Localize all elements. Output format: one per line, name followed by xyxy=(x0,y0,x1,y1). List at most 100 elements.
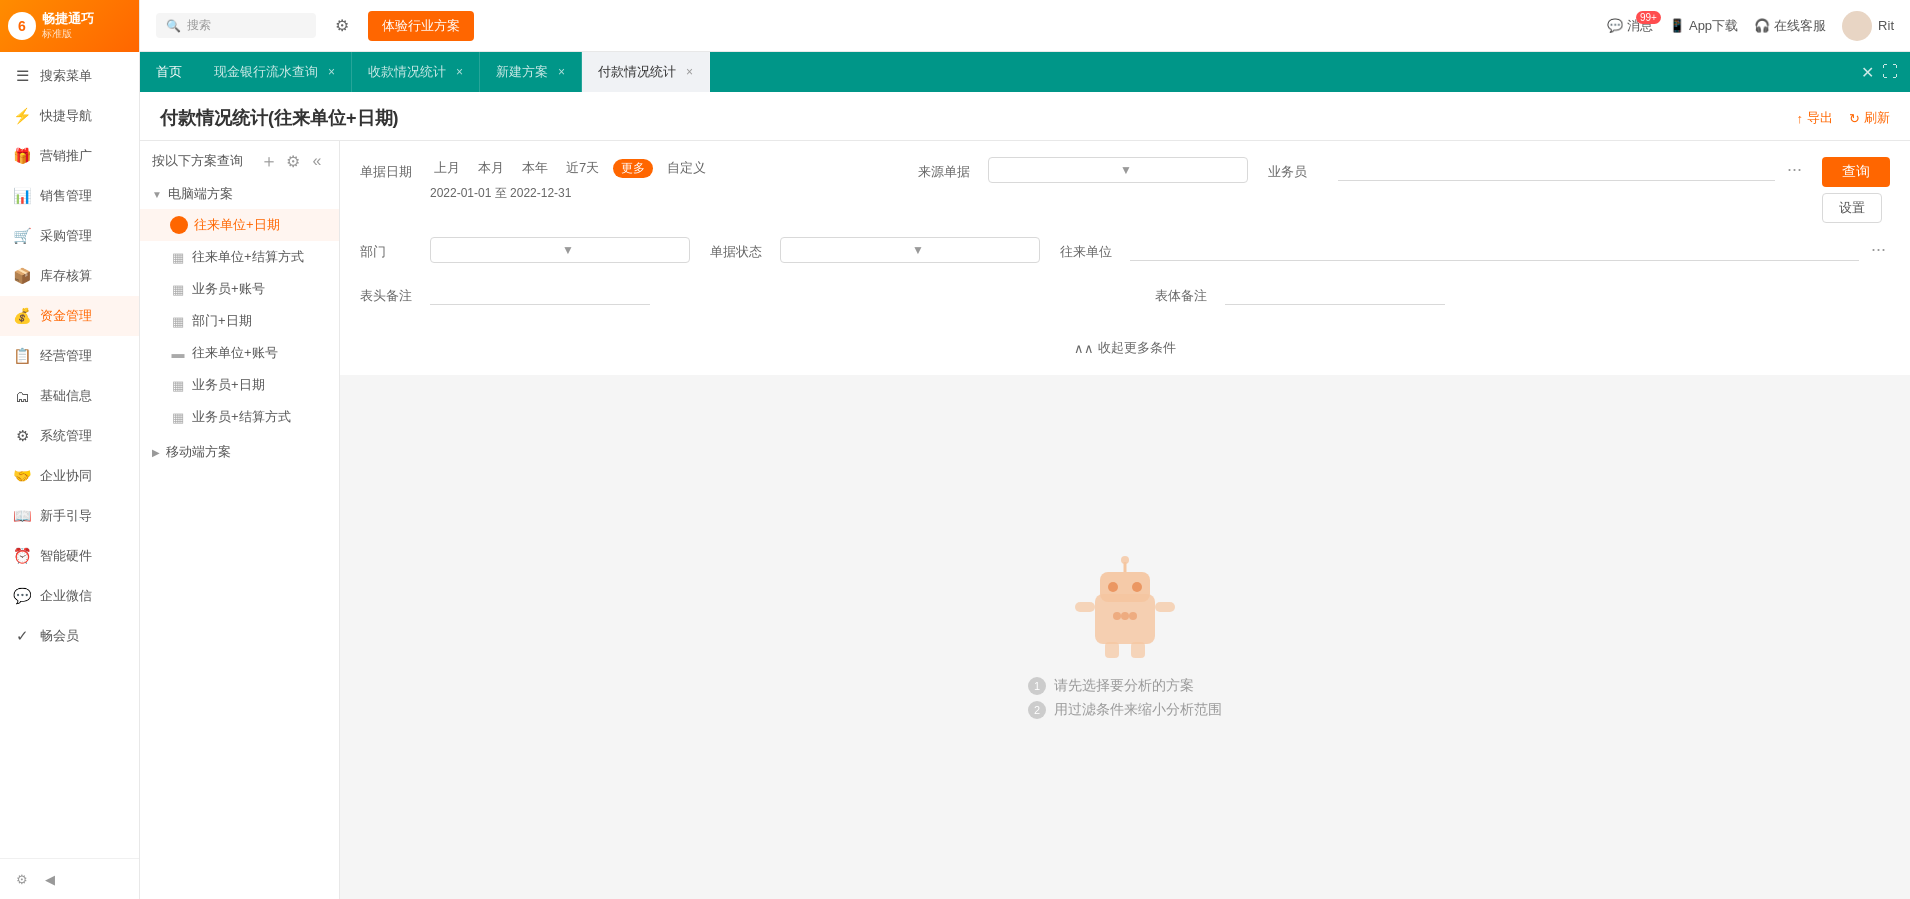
scheme-bar-icon: ▬ xyxy=(170,345,186,361)
page-title: 付款情况统计(往来单位+日期) xyxy=(160,106,399,130)
main-area: 🔍 搜索 ⚙ 体验行业方案 💬 消息 99+ 📱 App下载 🎧 在线客服 Ri… xyxy=(140,0,1910,899)
tab-bank[interactable]: 现金银行流水查询 × xyxy=(198,52,352,92)
date-option-last-month[interactable]: 上月 xyxy=(430,157,464,179)
search-menu-icon: ☰ xyxy=(12,66,32,86)
page-header: 付款情况统计(往来单位+日期) ↑ 导出 ↻ 刷新 xyxy=(140,92,1910,141)
trial-button[interactable]: 体验行业方案 xyxy=(368,11,474,41)
tab-receipts[interactable]: 收款情况统计 × xyxy=(352,52,480,92)
export-button[interactable]: ↑ 导出 xyxy=(1797,109,1834,127)
tab-payments[interactable]: 付款情况统计 × xyxy=(582,52,710,92)
scheme-group-desktop-header[interactable]: ▼ 电脑端方案 xyxy=(140,179,339,209)
tab-new-plan[interactable]: 新建方案 × xyxy=(480,52,582,92)
salesperson-ellipsis-icon[interactable]: ··· xyxy=(1783,159,1806,180)
refresh-button[interactable]: ↻ 刷新 xyxy=(1849,109,1890,127)
sidebar-item-guide[interactable]: 📖 新手引导 xyxy=(0,496,139,536)
counterpart-group: ··· xyxy=(1130,237,1890,261)
tab-home[interactable]: 首页 xyxy=(140,52,198,92)
source-select[interactable]: ▼ xyxy=(988,157,1248,183)
add-scheme-button[interactable]: ＋ xyxy=(259,151,279,171)
tab-payments-close[interactable]: × xyxy=(686,65,693,79)
date-option-7days[interactable]: 近7天 xyxy=(562,157,603,179)
topbar-gear-icon[interactable]: ⚙ xyxy=(328,12,356,40)
scheme-item-label: 往来单位+账号 xyxy=(192,344,278,362)
svg-point-12 xyxy=(1129,612,1137,620)
filter-row-2: 部门 ▼ 单据状态 ▼ 往来单位 ··· xyxy=(360,237,1890,267)
sidebar-item-search[interactable]: ☰ 搜索菜单 xyxy=(0,56,139,96)
sidebar-item-inventory[interactable]: 📦 库存核算 xyxy=(0,256,139,296)
svg-rect-8 xyxy=(1105,642,1119,658)
scheme-item-6[interactable]: ▦ 业务员+结算方式 xyxy=(140,401,339,433)
voucher-status-select[interactable]: ▼ xyxy=(780,237,1040,263)
sidebar-item-label: 经营管理 xyxy=(40,347,92,365)
date-option-more[interactable]: 更多 xyxy=(613,159,653,178)
page-content: 付款情况统计(往来单位+日期) ↑ 导出 ↻ 刷新 按以下方案查询 ＋ xyxy=(140,92,1910,899)
expand-tabs-icon[interactable]: ⛶ xyxy=(1882,63,1898,81)
app-label: App下载 xyxy=(1689,17,1738,35)
sidebar-item-enterprise[interactable]: 🤝 企业协同 xyxy=(0,456,139,496)
scheme-item-5[interactable]: ▦ 业务员+日期 xyxy=(140,369,339,401)
sidebar-item-nav[interactable]: ⚡ 快捷导航 xyxy=(0,96,139,136)
scheme-settings-button[interactable]: ⚙ xyxy=(283,151,303,171)
sidebar-item-basic[interactable]: 🗂 基础信息 xyxy=(0,376,139,416)
sidebar-item-operations[interactable]: 📋 经营管理 xyxy=(0,336,139,376)
enterprise-icon: 🤝 xyxy=(12,466,32,486)
sidebar-item-hardware[interactable]: ⏰ 智能硬件 xyxy=(0,536,139,576)
message-button[interactable]: 💬 消息 99+ xyxy=(1607,17,1653,35)
service-label: 在线客服 xyxy=(1774,17,1826,35)
scheme-item-4[interactable]: ▬ 往来单位+账号 xyxy=(140,337,339,369)
scheme-panel-header: 按以下方案查询 ＋ ⚙ « xyxy=(140,151,339,179)
svg-point-3 xyxy=(1132,582,1142,592)
sidebar-item-label: 新手引导 xyxy=(40,507,92,525)
logo-subtitle: 标准版 xyxy=(42,27,94,41)
collapse-more-button[interactable]: ∧∧ 收起更多条件 xyxy=(1066,331,1184,365)
sidebar-item-sales[interactable]: 📊 销售管理 xyxy=(0,176,139,216)
finance-icon: 💰 xyxy=(12,306,32,326)
system-icon: ⚙ xyxy=(12,426,32,446)
scheme-item-2[interactable]: ▦ 业务员+账号 xyxy=(140,273,339,305)
dept-select[interactable]: ▼ xyxy=(430,237,690,263)
sidebar-item-finance[interactable]: 💰 资金管理 xyxy=(0,296,139,336)
sidebar-item-marketing[interactable]: 🎁 营销推广 xyxy=(0,136,139,176)
app-download-button[interactable]: 📱 App下载 xyxy=(1669,17,1738,35)
date-option-custom[interactable]: 自定义 xyxy=(663,157,710,179)
date-option-this-month[interactable]: 本月 xyxy=(474,157,508,179)
operations-icon: 📋 xyxy=(12,346,32,366)
filter-row-1: 单据日期 上月 本月 本年 近7天 更多 自定义 2022-01-01 至 20… xyxy=(360,157,1890,223)
scheme-item-0[interactable]: 往来单位+日期 xyxy=(140,209,339,241)
collapse-sidebar-icon[interactable]: ◀ xyxy=(40,869,60,889)
salesperson-input[interactable] xyxy=(1338,157,1775,181)
logo-text-group: 畅捷通巧 标准版 xyxy=(42,11,94,42)
settings-button[interactable]: 设置 xyxy=(1822,193,1882,223)
counterpart-ellipsis-icon[interactable]: ··· xyxy=(1867,239,1890,260)
query-button[interactable]: 查询 xyxy=(1822,157,1890,187)
header-note-input[interactable] xyxy=(430,281,650,305)
sidebar-menu: ☰ 搜索菜单 ⚡ 快捷导航 🎁 营销推广 📊 销售管理 🛒 采购管理 📦 库存核… xyxy=(0,52,139,858)
counterpart-input[interactable] xyxy=(1130,237,1859,261)
sidebar-item-wechat[interactable]: 💬 企业微信 xyxy=(0,576,139,616)
hint-text-1: 请先选择要分析的方案 xyxy=(1054,677,1194,695)
scheme-item-1[interactable]: ▦ 往来单位+结算方式 xyxy=(140,241,339,273)
scheme-group-mobile-header[interactable]: ▶ 移动端方案 xyxy=(140,437,339,467)
sidebar-item-system[interactable]: ⚙ 系统管理 xyxy=(0,416,139,456)
settings-footer-icon[interactable]: ⚙ xyxy=(12,869,32,889)
close-all-tabs-icon[interactable]: ✕ xyxy=(1861,63,1874,82)
topbar-search-box[interactable]: 🔍 搜索 xyxy=(156,13,316,38)
scheme-item-3[interactable]: ▦ 部门+日期 xyxy=(140,305,339,337)
tab-new-plan-close[interactable]: × xyxy=(558,65,565,79)
sidebar-item-purchase[interactable]: 🛒 采购管理 xyxy=(0,216,139,256)
result-area: 1 请先选择要分析的方案 2 用过滤条件来缩小分析范围 xyxy=(340,375,1910,899)
body-note-label: 表体备注 xyxy=(1155,281,1225,311)
tab-bank-close[interactable]: × xyxy=(328,65,335,79)
collapse-scheme-button[interactable]: « xyxy=(307,151,327,171)
body-note-input[interactable] xyxy=(1225,281,1445,305)
chevron-right-icon: ▶ xyxy=(152,447,160,458)
chevron-down-icon: ▼ xyxy=(152,189,162,200)
sidebar-item-member[interactable]: ✓ 畅会员 xyxy=(0,616,139,656)
tabs-wrapper: 首页 现金银行流水查询 × 收款情况统计 × 新建方案 × 付款情况统计 × ✕… xyxy=(140,52,1910,92)
svg-point-2 xyxy=(1108,582,1118,592)
tab-receipts-close[interactable]: × xyxy=(456,65,463,79)
date-option-this-year[interactable]: 本年 xyxy=(518,157,552,179)
sidebar-item-label: 系统管理 xyxy=(40,427,92,445)
service-button[interactable]: 🎧 在线客服 xyxy=(1754,17,1826,35)
user-area[interactable]: Rit xyxy=(1842,11,1894,41)
